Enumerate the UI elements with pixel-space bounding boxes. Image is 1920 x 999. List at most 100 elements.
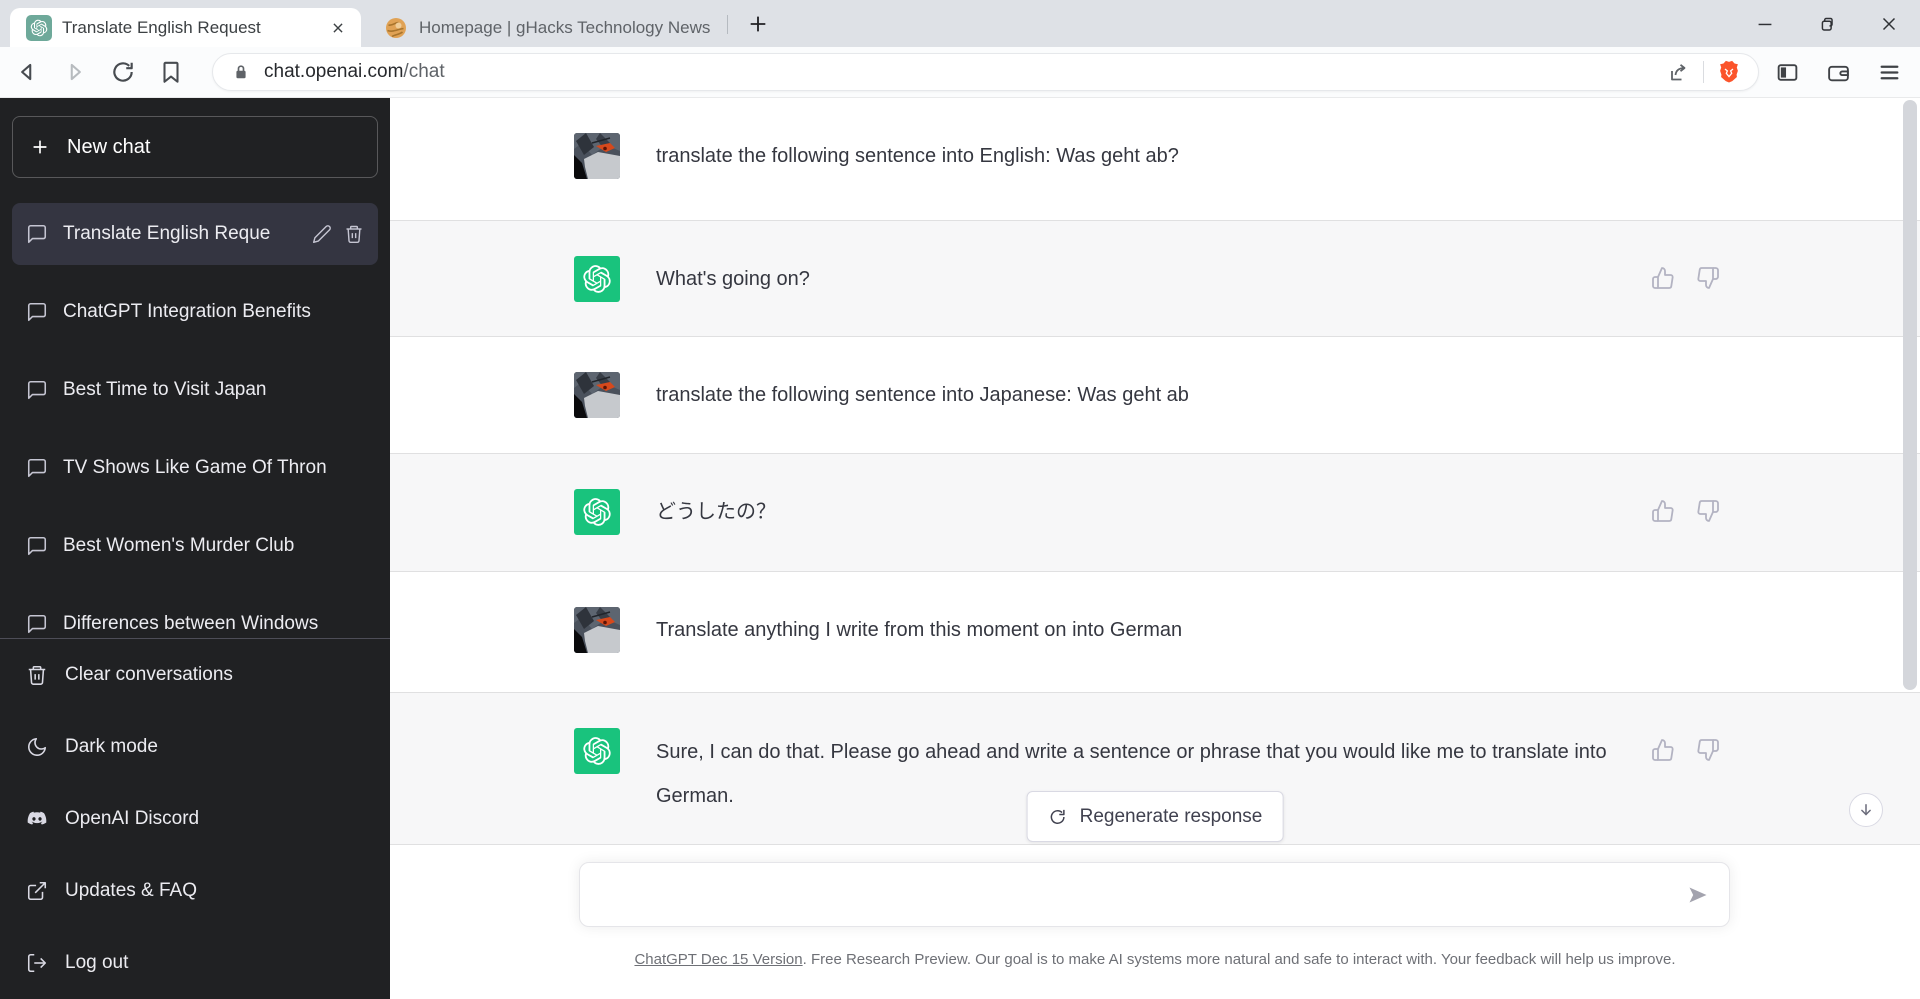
thumbs-up-icon[interactable] xyxy=(1651,738,1675,762)
dark-mode-button[interactable]: Dark mode xyxy=(0,711,390,783)
chat-bubble-icon xyxy=(26,223,48,245)
chatgpt-avatar xyxy=(574,489,620,535)
regenerate-response-button[interactable]: Regenerate response xyxy=(1026,791,1284,842)
log-out-button[interactable]: Log out xyxy=(0,927,390,999)
scrollbar[interactable] xyxy=(1903,100,1917,690)
conversation-label: Translate English Reque xyxy=(63,223,271,244)
chat-bubble-icon xyxy=(26,379,48,401)
chat-input[interactable] xyxy=(580,863,1683,926)
url-text: chat.openai.com/chat xyxy=(264,61,445,82)
send-icon[interactable] xyxy=(1683,880,1713,910)
user-message-row: translate the following sentence into En… xyxy=(390,98,1920,220)
sidebar-panel-icon[interactable] xyxy=(1775,60,1800,85)
tab-chatgpt[interactable]: Translate English Request xyxy=(10,8,361,47)
conversation-item[interactable]: Differences between Windows xyxy=(12,593,378,639)
window-controls xyxy=(1734,0,1920,47)
thumbs-down-icon[interactable] xyxy=(1696,738,1720,762)
restore-icon[interactable] xyxy=(1796,0,1858,47)
conversation-label: TV Shows Like Game Of Thron xyxy=(63,457,327,478)
conversation-label: Differences between Windows xyxy=(63,613,319,634)
browser-toolbar: chat.openai.com/chat xyxy=(0,47,1920,98)
chatgpt-avatar xyxy=(574,256,620,302)
minimize-icon[interactable] xyxy=(1734,0,1796,47)
trash-icon xyxy=(26,664,48,686)
brave-shields-icon[interactable] xyxy=(1716,59,1742,85)
message-text: Translate anything I write from this mom… xyxy=(656,619,1183,641)
forward-icon[interactable] xyxy=(62,59,88,85)
browser-window: Translate English Request Homepage | gHa… xyxy=(0,0,1920,999)
chatgpt-logo-icon xyxy=(26,14,52,41)
sidebar-bottom-menu: Clear conversations Dark mode OpenAI Dis… xyxy=(0,638,390,999)
omnibox-divider xyxy=(1703,61,1704,83)
logout-icon xyxy=(26,952,48,974)
address-bar[interactable]: chat.openai.com/chat xyxy=(212,53,1759,91)
chatgpt-avatar xyxy=(574,728,620,774)
trash-icon[interactable] xyxy=(344,224,364,244)
feedback-buttons xyxy=(1651,266,1720,290)
moon-icon xyxy=(26,736,48,758)
message-text: translate the following sentence into En… xyxy=(656,145,1179,167)
chat-bubble-icon xyxy=(26,535,48,557)
tab-strip: Translate English Request Homepage | gHa… xyxy=(0,0,1920,47)
user-message-row: translate the following sentence into Ja… xyxy=(390,337,1920,453)
thumbs-down-icon[interactable] xyxy=(1696,266,1720,290)
tab-divider xyxy=(727,15,728,34)
sidebar: New chat Translate English Reque ChatGPT… xyxy=(0,98,390,999)
plus-icon xyxy=(29,136,51,158)
feedback-buttons xyxy=(1651,499,1720,523)
assistant-message-row: どうしたの？ xyxy=(390,453,1920,572)
menu-label: Clear conversations xyxy=(65,664,233,685)
assistant-message-row: What's going on? xyxy=(390,220,1920,337)
menu-label: Updates & FAQ xyxy=(65,880,198,901)
menu-label: Dark mode xyxy=(65,736,158,757)
message-text: どうしたの？ xyxy=(656,501,776,523)
close-icon[interactable] xyxy=(1858,0,1920,47)
refresh-icon xyxy=(1048,807,1068,827)
menu-label: OpenAI Discord xyxy=(65,808,200,829)
conversation-item[interactable]: Translate English Reque xyxy=(12,203,378,265)
discord-icon xyxy=(26,808,48,830)
edit-pencil-icon[interactable] xyxy=(312,224,332,244)
external-link-icon xyxy=(26,880,48,902)
openai-discord-button[interactable]: OpenAI Discord xyxy=(0,783,390,855)
thumbs-up-icon[interactable] xyxy=(1651,499,1675,523)
thumbs-down-icon[interactable] xyxy=(1696,499,1720,523)
conversation-item[interactable]: TV Shows Like Game Of Thron xyxy=(12,437,378,499)
chat-area: translate the following sentence into En… xyxy=(390,98,1920,999)
lock-icon xyxy=(231,62,251,82)
menu-icon[interactable] xyxy=(1877,60,1902,85)
regenerate-label: Regenerate response xyxy=(1079,805,1263,827)
updates-faq-button[interactable]: Updates & FAQ xyxy=(0,855,390,927)
conversation-list: Translate English Reque ChatGPT Integrat… xyxy=(12,203,378,639)
tab-ghacks[interactable]: Homepage | gHacks Technology News xyxy=(367,8,722,47)
thumbs-up-icon[interactable] xyxy=(1651,266,1675,290)
chat-bubble-icon xyxy=(26,301,48,323)
share-icon[interactable] xyxy=(1667,60,1691,84)
user-avatar xyxy=(574,372,620,418)
user-message-row: Translate anything I write from this mom… xyxy=(390,572,1920,692)
tab-title: Translate English Request xyxy=(62,17,261,37)
conversation-label: ChatGPT Integration Benefits xyxy=(63,301,311,322)
clear-conversations-button[interactable]: Clear conversations xyxy=(0,639,390,711)
conversation-item[interactable]: Best Time to Visit Japan xyxy=(12,359,378,421)
footer-disclaimer: ChatGPT Dec 15 Version. Free Research Pr… xyxy=(390,951,1920,968)
scroll-to-bottom-button[interactable] xyxy=(1849,793,1883,827)
reload-icon[interactable] xyxy=(110,59,136,85)
tab-close-icon[interactable] xyxy=(327,17,349,39)
bookmark-icon[interactable] xyxy=(158,59,184,85)
new-chat-label: New chat xyxy=(67,135,151,158)
conversation-item[interactable]: ChatGPT Integration Benefits xyxy=(12,281,378,343)
chat-bubble-icon xyxy=(26,457,48,479)
wallet-icon[interactable] xyxy=(1826,60,1851,85)
version-link[interactable]: ChatGPT Dec 15 Version xyxy=(634,951,802,968)
tab-title: Homepage | gHacks Technology News xyxy=(419,17,710,37)
user-avatar xyxy=(574,607,620,653)
new-chat-button[interactable]: New chat xyxy=(12,116,378,178)
user-avatar xyxy=(574,133,620,179)
back-icon[interactable] xyxy=(14,59,40,85)
message-text: What's going on? xyxy=(656,268,810,290)
new-tab-button[interactable] xyxy=(744,10,772,38)
chat-bubble-icon xyxy=(26,613,48,635)
conversation-item[interactable]: Best Women's Murder Club xyxy=(12,515,378,577)
chat-input-box xyxy=(579,862,1730,927)
